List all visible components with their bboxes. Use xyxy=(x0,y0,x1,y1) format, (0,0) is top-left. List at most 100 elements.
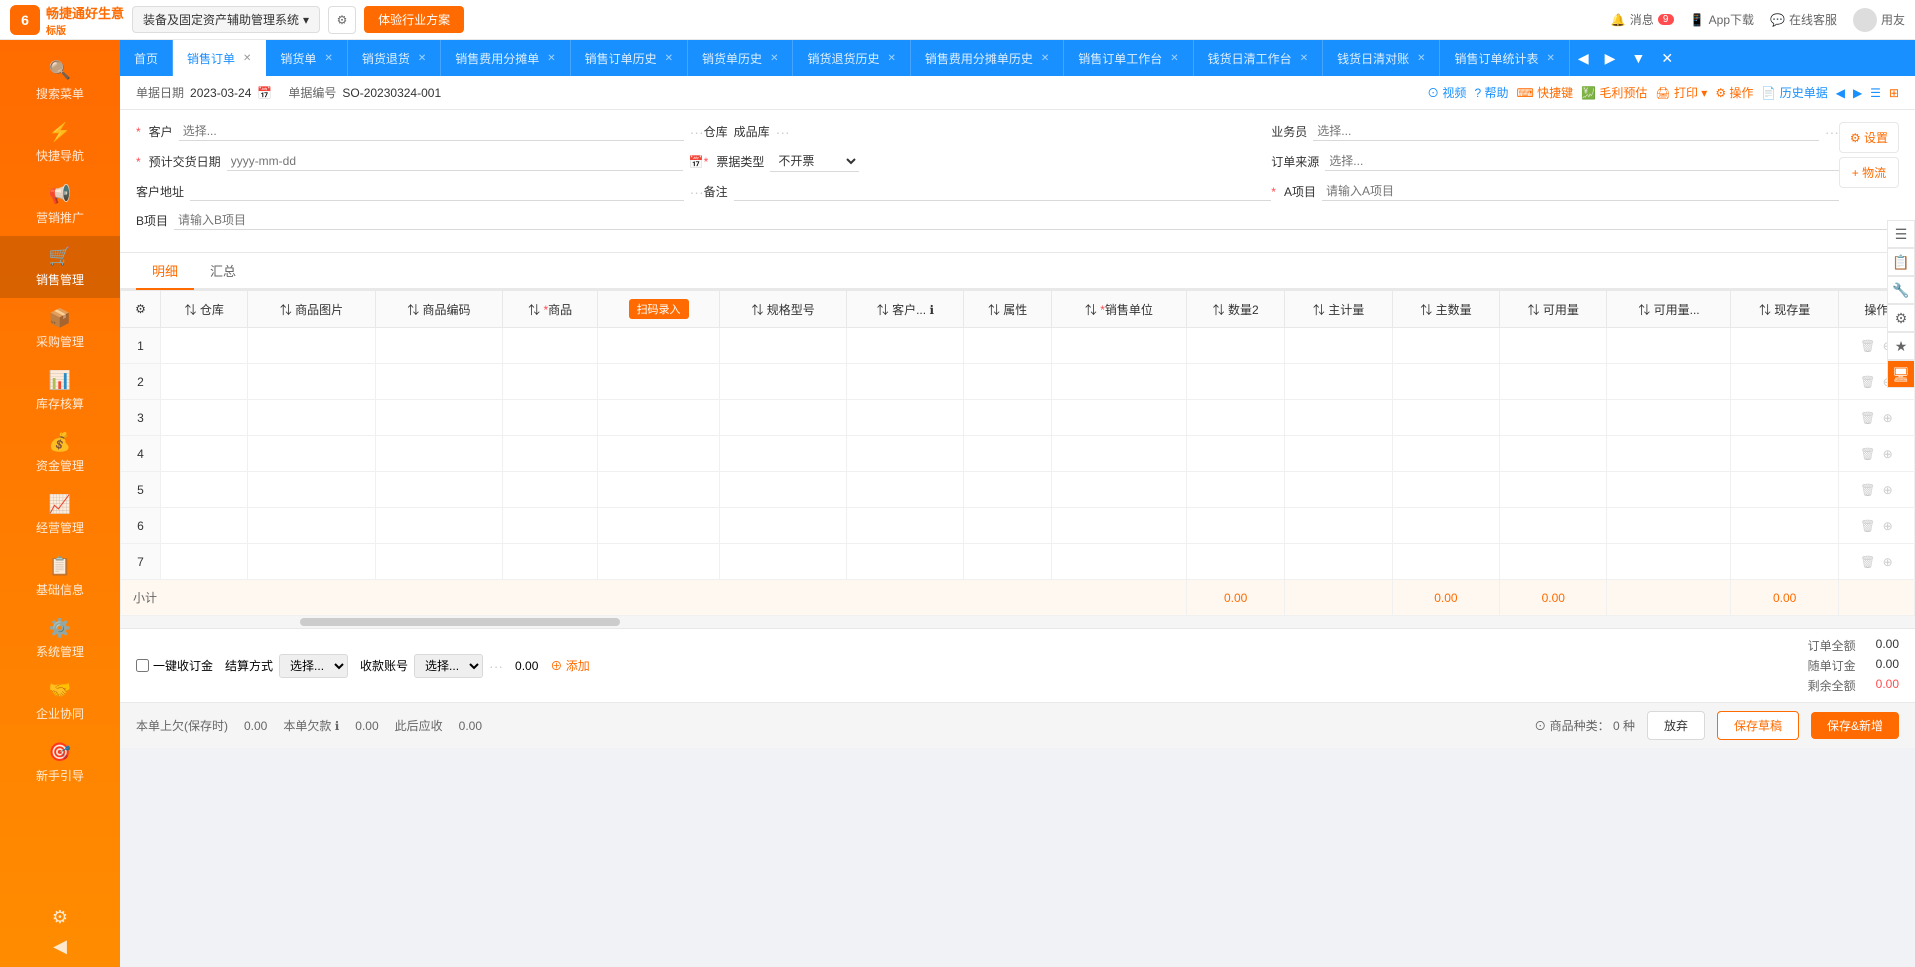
tab-close-daily-workbench[interactable]: ✕ xyxy=(1300,53,1308,64)
sidebar-item-inventory[interactable]: 📊 库存核算 xyxy=(0,360,120,422)
row-code[interactable] xyxy=(375,544,502,580)
history-action[interactable]: 📄 历史单据 xyxy=(1761,84,1827,101)
invoice-select[interactable]: 不开票 普通发票 增值税发票 xyxy=(770,151,859,172)
row-spec[interactable] xyxy=(719,436,846,472)
print-action[interactable]: 🖨 打印 ▾ xyxy=(1655,84,1707,101)
col-settings[interactable]: ⚙ xyxy=(121,291,161,328)
notification-item[interactable]: 🔔 消息 9 xyxy=(1611,11,1674,28)
row-qty2[interactable] xyxy=(1186,544,1284,580)
row-attribute[interactable] xyxy=(964,400,1051,436)
row-spec[interactable] xyxy=(719,328,846,364)
row-main-unit[interactable] xyxy=(1285,436,1392,472)
sidebar-item-quick[interactable]: ⚡ 快捷导航 xyxy=(0,112,120,174)
row-qty2[interactable] xyxy=(1186,364,1284,400)
row-copy-icon[interactable]: ⊕ xyxy=(1883,483,1893,497)
tab-expense-history[interactable]: 销售费用分摊单历史 ✕ xyxy=(911,40,1064,76)
right-panel-btn-3[interactable]: 🔧 xyxy=(1887,276,1915,304)
receipt-more-btn[interactable]: ··· xyxy=(489,658,503,674)
row-delete-icon[interactable]: 🗑 xyxy=(1860,447,1875,461)
receipt-select[interactable]: 选择... xyxy=(414,654,483,678)
sidebar-item-guide[interactable]: 🎯 新手引导 xyxy=(0,732,120,794)
tab-order-stats[interactable]: 销售订单统计表 ✕ xyxy=(1440,40,1569,76)
online-service-item[interactable]: 💬 在线客服 xyxy=(1770,11,1837,28)
row-code[interactable] xyxy=(375,364,502,400)
row-customer-code[interactable] xyxy=(847,544,964,580)
row-qty2[interactable] xyxy=(1186,472,1284,508)
tab-close-sales-expense[interactable]: ✕ xyxy=(547,53,555,64)
row-delete-icon[interactable]: 🗑 xyxy=(1860,519,1875,533)
view-action[interactable]: ⊙ 视频 xyxy=(1427,84,1466,101)
row-warehouse[interactable] xyxy=(161,508,248,544)
sidebar-settings-icon[interactable]: ⚙ xyxy=(52,907,68,928)
row-customer-code[interactable] xyxy=(847,364,964,400)
row-unit[interactable] xyxy=(1051,508,1186,544)
tab-close-daily-reconcile[interactable]: ✕ xyxy=(1417,53,1425,64)
row-delete-icon[interactable]: 🗑 xyxy=(1860,411,1875,425)
row-main-qty[interactable] xyxy=(1392,400,1499,436)
address-input[interactable] xyxy=(190,182,684,201)
row-delete-icon[interactable]: 🗑 xyxy=(1860,339,1875,353)
row-spec[interactable] xyxy=(719,544,846,580)
additem-side-btn[interactable]: + 物流 xyxy=(1839,157,1899,188)
operations-action[interactable]: ⚙ 操作 xyxy=(1715,84,1753,101)
row-product[interactable] xyxy=(503,544,598,580)
save-draft-button[interactable]: 保存草稿 xyxy=(1717,711,1799,740)
row-spec[interactable] xyxy=(719,508,846,544)
row-attribute[interactable] xyxy=(964,364,1051,400)
row-main-qty[interactable] xyxy=(1392,508,1499,544)
row-warehouse[interactable] xyxy=(161,436,248,472)
scroll-bar-area[interactable] xyxy=(120,616,1915,628)
row-main-unit[interactable] xyxy=(1285,400,1392,436)
sub-tab-summary[interactable]: 汇总 xyxy=(194,253,252,290)
row-copy-icon[interactable]: ⊕ xyxy=(1883,411,1893,425)
tab-order-workbench[interactable]: 销售订单工作台 ✕ xyxy=(1064,40,1193,76)
sidebar-item-basic[interactable]: 📋 基础信息 xyxy=(0,546,120,608)
row-attribute[interactable] xyxy=(964,544,1051,580)
nav-right-icon[interactable]: ▶ xyxy=(1853,86,1862,100)
save-new-button[interactable]: 保存&新增 xyxy=(1811,712,1899,739)
tab-close-all-btn[interactable]: ✕ xyxy=(1653,40,1681,76)
tab-close-order-workbench[interactable]: ✕ xyxy=(1170,53,1178,64)
row-unit[interactable] xyxy=(1051,472,1186,508)
tab-return-history[interactable]: 销货退货历史 ✕ xyxy=(793,40,910,76)
row-unit[interactable] xyxy=(1051,436,1186,472)
row-warehouse[interactable] xyxy=(161,472,248,508)
row-customer-code[interactable] xyxy=(847,472,964,508)
sidebar-item-sales[interactable]: 🛒 销售管理 xyxy=(0,236,120,298)
order-source-input[interactable] xyxy=(1325,152,1839,171)
row-main-unit[interactable] xyxy=(1285,472,1392,508)
customer-input[interactable] xyxy=(179,122,684,141)
system-title[interactable]: 装备及固定资产辅助管理系统 ▾ xyxy=(132,6,320,33)
row-product[interactable] xyxy=(503,364,598,400)
right-panel-btn-2[interactable]: 📋 xyxy=(1887,248,1915,276)
a-project-input[interactable] xyxy=(1322,182,1839,201)
right-panel-btn-4[interactable]: ⚙ xyxy=(1887,304,1915,332)
tab-close-sales-invoice[interactable]: ✕ xyxy=(324,53,332,64)
row-qty2[interactable] xyxy=(1186,400,1284,436)
tab-home[interactable]: 首页 xyxy=(120,40,173,76)
add-link[interactable]: ⊕ 添加 xyxy=(550,657,589,674)
row-customer-code[interactable] xyxy=(847,508,964,544)
scroll-thumb[interactable] xyxy=(300,618,620,626)
sidebar-item-marketing[interactable]: 📢 营销推广 xyxy=(0,174,120,236)
app-download-item[interactable]: 📱 App下载 xyxy=(1690,11,1754,28)
row-copy-icon[interactable]: ⊕ xyxy=(1883,519,1893,533)
tab-close-invoice-history[interactable]: ✕ xyxy=(770,53,778,64)
settings-button[interactable]: ⚙ xyxy=(328,6,356,34)
row-unit[interactable] xyxy=(1051,328,1186,364)
tab-sales-invoice[interactable]: 销货单 ✕ xyxy=(266,40,347,76)
row-main-qty[interactable] xyxy=(1392,328,1499,364)
row-main-unit[interactable] xyxy=(1285,364,1392,400)
note-input[interactable] xyxy=(734,182,1272,201)
col-scan[interactable]: 扫码录入 xyxy=(598,291,720,328)
row-warehouse[interactable] xyxy=(161,364,248,400)
b-project-input[interactable] xyxy=(174,211,1899,230)
address-more-btn[interactable]: ··· xyxy=(690,184,704,200)
row-main-unit[interactable] xyxy=(1285,328,1392,364)
sidebar-item-purchase[interactable]: 📦 采购管理 xyxy=(0,298,120,360)
row-delete-icon[interactable]: 🗑 xyxy=(1860,555,1875,569)
row-main-qty[interactable] xyxy=(1392,472,1499,508)
sidebar-item-system[interactable]: ⚙️ 系统管理 xyxy=(0,608,120,670)
row-unit[interactable] xyxy=(1051,400,1186,436)
tab-sales-return[interactable]: 销货退货 ✕ xyxy=(348,40,441,76)
